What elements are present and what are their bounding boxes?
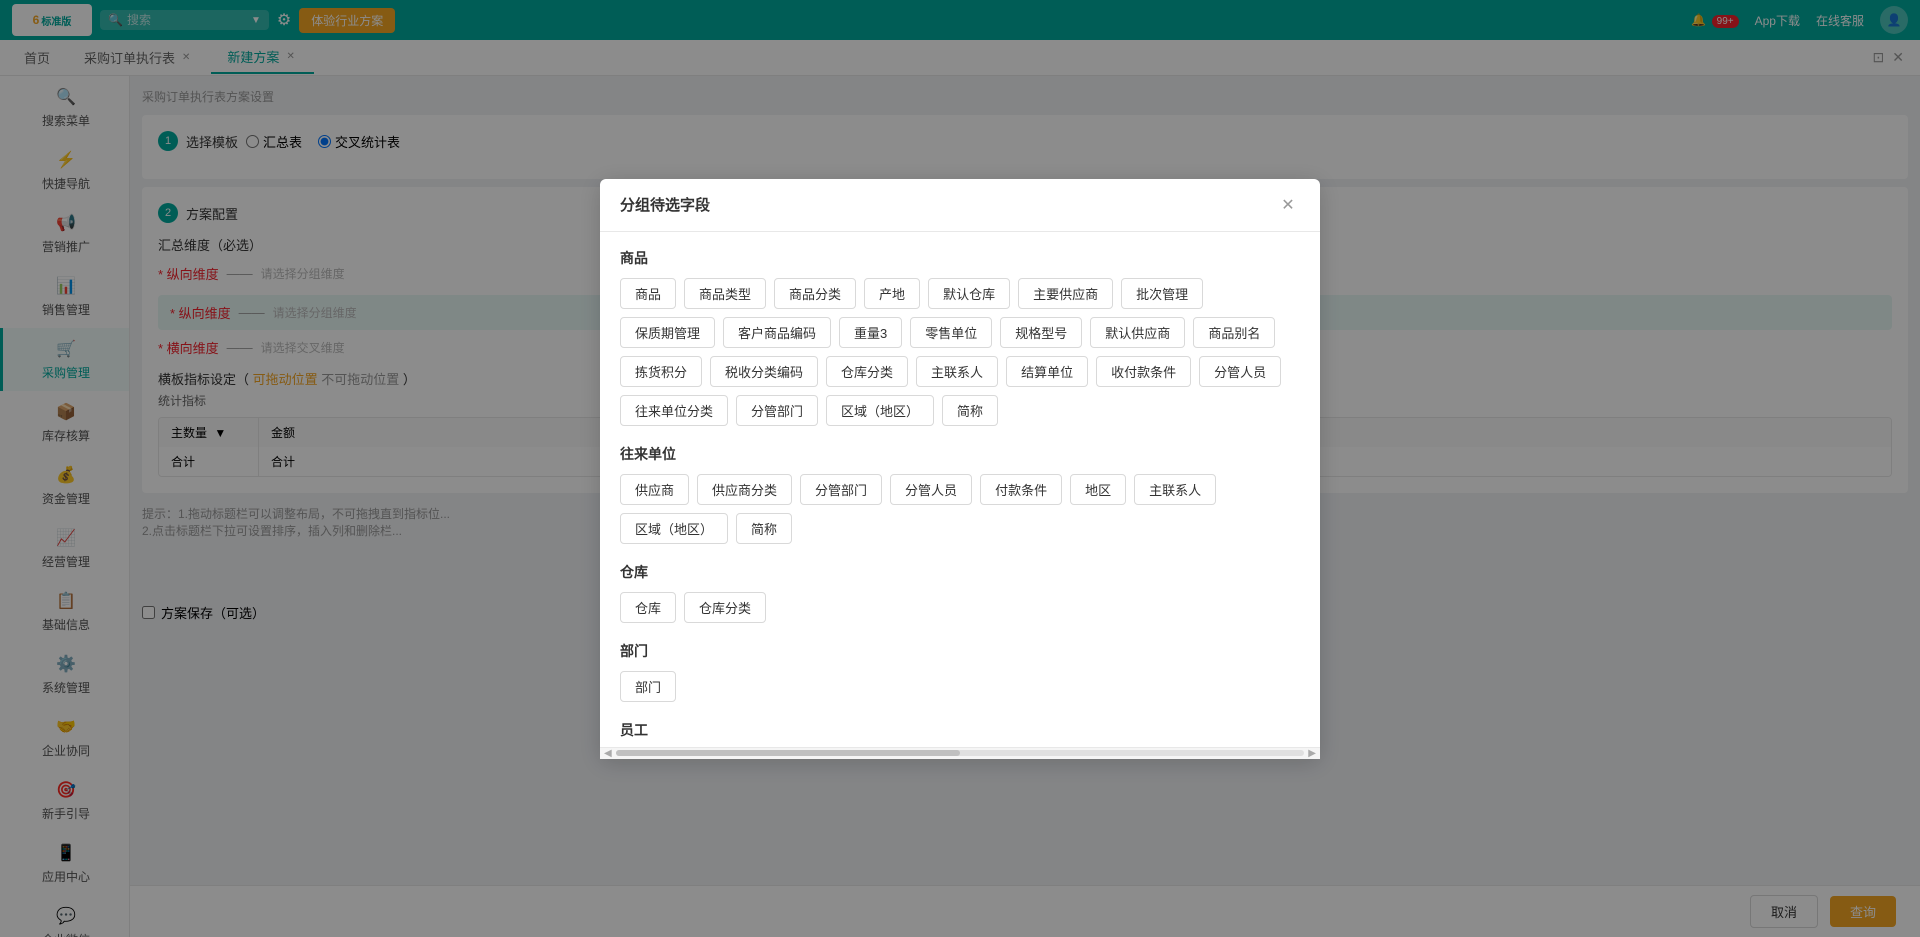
field-tag-payment-cond[interactable]: 付款条件 [980,474,1062,505]
field-tag-supervisor[interactable]: 分管人员 [1199,356,1281,387]
field-tag-partner-dept[interactable]: 分管部门 [800,474,882,505]
field-tag-short-name-2[interactable]: 简称 [736,513,792,544]
scroll-left-arrow[interactable]: ◀ [604,748,612,759]
section-employee-title: 员工 [620,720,1300,740]
field-tag-warehouse-category[interactable]: 仓库分类 [684,592,766,623]
field-tag-settlement-unit[interactable]: 结算单位 [1006,356,1088,387]
field-tag-main-contact[interactable]: 主联系人 [916,356,998,387]
section-department-title: 部门 [620,641,1300,661]
field-tag-region[interactable]: 区域（地区） [826,395,934,426]
field-tag-batch-mgmt[interactable]: 批次管理 [1121,278,1203,309]
field-tag-area[interactable]: 地区 [1070,474,1126,505]
section-warehouse: 仓库 仓库 仓库分类 [620,562,1300,623]
field-tag-default-warehouse[interactable]: 默认仓库 [928,278,1010,309]
field-tag-spec-model[interactable]: 规格型号 [1000,317,1082,348]
section-warehouse-tags: 仓库 仓库分类 [620,592,1300,623]
section-department: 部门 部门 [620,641,1300,702]
field-tag-customer-code[interactable]: 客户商品编码 [723,317,831,348]
field-tag-main-supplier[interactable]: 主要供应商 [1018,278,1113,309]
field-selection-modal: 分组待选字段 ✕ 商品 商品 商品类型 商品分类 产地 默认仓库 主要供应商 批… [600,179,1320,759]
field-tag-retail-unit[interactable]: 零售单位 [910,317,992,348]
scroll-right-arrow[interactable]: ▶ [1308,748,1316,759]
section-warehouse-title: 仓库 [620,562,1300,582]
field-tag-goods-category[interactable]: 商品分类 [774,278,856,309]
section-partner-tags: 供应商 供应商分类 分管部门 分管人员 付款条件 地区 主联系人 区域（地区） … [620,474,1300,544]
field-tag-supplier[interactable]: 供应商 [620,474,689,505]
modal-title: 分组待选字段 [620,194,710,215]
field-tag-partner-person[interactable]: 分管人员 [890,474,972,505]
field-tag-shelf-life[interactable]: 保质期管理 [620,317,715,348]
field-tag-short-name[interactable]: 简称 [942,395,998,426]
field-tag-default-supplier[interactable]: 默认供应商 [1090,317,1185,348]
field-tag-warehouse[interactable]: 仓库 [620,592,676,623]
field-tag-warehouse-cat[interactable]: 仓库分类 [826,356,908,387]
field-tag-goods[interactable]: 商品 [620,278,676,309]
field-tag-goods-alias[interactable]: 商品别名 [1193,317,1275,348]
field-tag-department[interactable]: 部门 [620,671,676,702]
field-tag-partner-cat[interactable]: 往来单位分类 [620,395,728,426]
section-department-tags: 部门 [620,671,1300,702]
modal-body: 商品 商品 商品类型 商品分类 产地 默认仓库 主要供应商 批次管理 保质期管理… [600,232,1320,747]
modal-close-icon[interactable]: ✕ [1276,193,1300,217]
field-tag-tax-code[interactable]: 税收分类编码 [710,356,818,387]
field-tag-payment-terms[interactable]: 收付款条件 [1096,356,1191,387]
modal-overlay: 分组待选字段 ✕ 商品 商品 商品类型 商品分类 产地 默认仓库 主要供应商 批… [0,0,1920,937]
section-goods: 商品 商品 商品类型 商品分类 产地 默认仓库 主要供应商 批次管理 保质期管理… [620,248,1300,426]
scrollbar-thumb [616,750,960,756]
section-partner: 往来单位 供应商 供应商分类 分管部门 分管人员 付款条件 地区 主联系人 区域… [620,444,1300,544]
section-partner-title: 往来单位 [620,444,1300,464]
section-goods-tags: 商品 商品类型 商品分类 产地 默认仓库 主要供应商 批次管理 保质期管理 客户… [620,278,1300,426]
modal-scrollbar-area: ◀ ▶ [600,747,1320,759]
field-tag-origin[interactable]: 产地 [864,278,920,309]
field-tag-dept[interactable]: 分管部门 [736,395,818,426]
field-tag-goods-type[interactable]: 商品类型 [684,278,766,309]
horizontal-scrollbar[interactable] [616,750,1305,756]
field-tag-supplier-cat[interactable]: 供应商分类 [697,474,792,505]
field-tag-region-2[interactable]: 区域（地区） [620,513,728,544]
field-tag-main-contact-2[interactable]: 主联系人 [1134,474,1216,505]
section-employee: 员工 业务员 [620,720,1300,747]
section-goods-title: 商品 [620,248,1300,268]
modal-header: 分组待选字段 ✕ [600,179,1320,232]
field-tag-weight3[interactable]: 重量3 [839,317,902,348]
field-tag-pick-points[interactable]: 拣货积分 [620,356,702,387]
